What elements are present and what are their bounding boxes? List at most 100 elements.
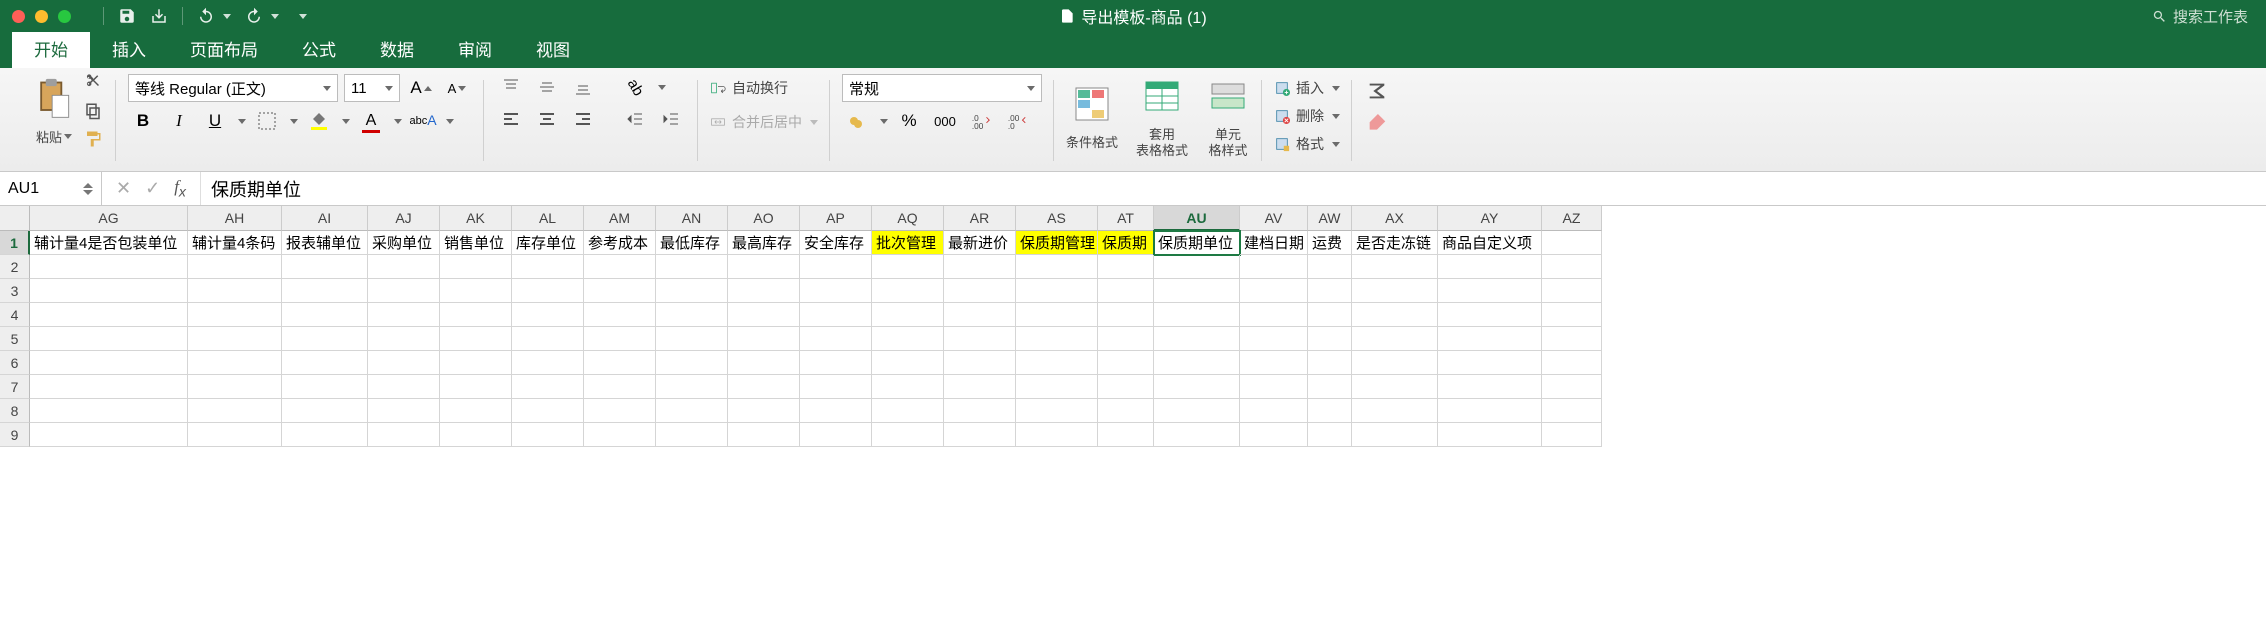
cell-AZ4[interactable] — [1542, 303, 1602, 327]
cell-AN6[interactable] — [656, 351, 728, 375]
cell-AZ3[interactable] — [1542, 279, 1602, 303]
cell-AL2[interactable] — [512, 255, 584, 279]
border-button[interactable] — [252, 108, 282, 134]
wrap-text-button[interactable]: 自动换行 — [710, 78, 788, 98]
tab-数据[interactable]: 数据 — [358, 28, 436, 68]
row-header-9[interactable]: 9 — [0, 423, 30, 447]
col-header-AJ[interactable]: AJ — [368, 206, 440, 231]
cell-AI8[interactable] — [282, 399, 368, 423]
cell-AN9[interactable] — [656, 423, 728, 447]
format-as-table-button[interactable]: 套用 表格格式 — [1136, 74, 1188, 158]
decrease-font-button[interactable]: A — [442, 75, 472, 101]
col-header-AP[interactable]: AP — [800, 206, 872, 231]
fx-icon[interactable]: fx — [174, 177, 186, 200]
delete-cells-button[interactable]: 删除 — [1274, 106, 1340, 126]
align-middle-button[interactable] — [532, 74, 562, 100]
cell-AV4[interactable] — [1240, 303, 1308, 327]
underline-button[interactable]: U — [200, 108, 230, 134]
col-header-AQ[interactable]: AQ — [872, 206, 944, 231]
qat-more-icon[interactable] — [299, 14, 307, 19]
cell-AJ3[interactable] — [368, 279, 440, 303]
cell-AX9[interactable] — [1352, 423, 1438, 447]
cell-AG7[interactable] — [30, 375, 188, 399]
row-header-2[interactable]: 2 — [0, 255, 30, 279]
cell-AV3[interactable] — [1240, 279, 1308, 303]
col-header-AY[interactable]: AY — [1438, 206, 1542, 231]
cell-AS2[interactable] — [1016, 255, 1098, 279]
cell-AP6[interactable] — [800, 351, 872, 375]
cell-AL9[interactable] — [512, 423, 584, 447]
col-header-AN[interactable]: AN — [656, 206, 728, 231]
cell-AV5[interactable] — [1240, 327, 1308, 351]
cell-AK8[interactable] — [440, 399, 512, 423]
cell-AG1[interactable]: 辅计量4是否包装单位 — [30, 231, 188, 255]
cell-AR1[interactable]: 最新进价 — [944, 231, 1016, 255]
cell-AJ6[interactable] — [368, 351, 440, 375]
cell-AY8[interactable] — [1438, 399, 1542, 423]
bold-button[interactable]: B — [128, 108, 158, 134]
cell-AK4[interactable] — [440, 303, 512, 327]
cell-AN2[interactable] — [656, 255, 728, 279]
cell-AV2[interactable] — [1240, 255, 1308, 279]
cell-AZ7[interactable] — [1542, 375, 1602, 399]
cell-AM4[interactable] — [584, 303, 656, 327]
cell-AR6[interactable] — [944, 351, 1016, 375]
cell-AN4[interactable] — [656, 303, 728, 327]
col-header-AR[interactable]: AR — [944, 206, 1016, 231]
decrease-indent-button[interactable] — [620, 106, 650, 132]
cell-AU7[interactable] — [1154, 375, 1240, 399]
search-box[interactable]: 搜索工作表 — [2152, 6, 2248, 27]
spreadsheet-grid[interactable]: AGAHAIAJAKALAMANAOAPAQARASATAUAVAWAXAYAZ… — [0, 206, 2266, 447]
cell-AW4[interactable] — [1308, 303, 1352, 327]
cell-AI1[interactable]: 报表辅单位 — [282, 231, 368, 255]
cell-AO2[interactable] — [728, 255, 800, 279]
cell-AY3[interactable] — [1438, 279, 1542, 303]
cell-AU9[interactable] — [1154, 423, 1240, 447]
cell-AW6[interactable] — [1308, 351, 1352, 375]
cell-AK2[interactable] — [440, 255, 512, 279]
col-header-AL[interactable]: AL — [512, 206, 584, 231]
cell-AI9[interactable] — [282, 423, 368, 447]
cell-AW8[interactable] — [1308, 399, 1352, 423]
align-right-button[interactable] — [568, 106, 598, 132]
cell-AJ8[interactable] — [368, 399, 440, 423]
col-header-AG[interactable]: AG — [30, 206, 188, 231]
cell-AI4[interactable] — [282, 303, 368, 327]
cell-AJ4[interactable] — [368, 303, 440, 327]
cell-AT2[interactable] — [1098, 255, 1154, 279]
cell-AK5[interactable] — [440, 327, 512, 351]
cell-AZ8[interactable] — [1542, 399, 1602, 423]
cell-AT3[interactable] — [1098, 279, 1154, 303]
cell-AH5[interactable] — [188, 327, 282, 351]
cell-AH3[interactable] — [188, 279, 282, 303]
redo-icon[interactable] — [245, 7, 263, 25]
cell-AR9[interactable] — [944, 423, 1016, 447]
cell-AI2[interactable] — [282, 255, 368, 279]
cell-AO4[interactable] — [728, 303, 800, 327]
cell-AP1[interactable]: 安全库存 — [800, 231, 872, 255]
cell-AJ9[interactable] — [368, 423, 440, 447]
tab-开始[interactable]: 开始 — [12, 28, 90, 68]
tab-插入[interactable]: 插入 — [90, 28, 168, 68]
merge-center-button[interactable]: 合并后居中 — [710, 112, 818, 132]
cell-AJ5[interactable] — [368, 327, 440, 351]
cell-AP8[interactable] — [800, 399, 872, 423]
cell-AI5[interactable] — [282, 327, 368, 351]
col-header-AK[interactable]: AK — [440, 206, 512, 231]
cell-AS9[interactable] — [1016, 423, 1098, 447]
cell-AL1[interactable]: 库存单位 — [512, 231, 584, 255]
tab-页面布局[interactable]: 页面布局 — [168, 28, 280, 68]
cell-AH4[interactable] — [188, 303, 282, 327]
cell-AM7[interactable] — [584, 375, 656, 399]
cell-AR7[interactable] — [944, 375, 1016, 399]
cell-AM9[interactable] — [584, 423, 656, 447]
cell-AG2[interactable] — [30, 255, 188, 279]
cell-AP4[interactable] — [800, 303, 872, 327]
cell-AU3[interactable] — [1154, 279, 1240, 303]
insert-cells-button[interactable]: 插入 — [1274, 78, 1340, 98]
cell-AG3[interactable] — [30, 279, 188, 303]
cell-AS3[interactable] — [1016, 279, 1098, 303]
cell-AL4[interactable] — [512, 303, 584, 327]
cell-AL8[interactable] — [512, 399, 584, 423]
cell-AQ3[interactable] — [872, 279, 944, 303]
